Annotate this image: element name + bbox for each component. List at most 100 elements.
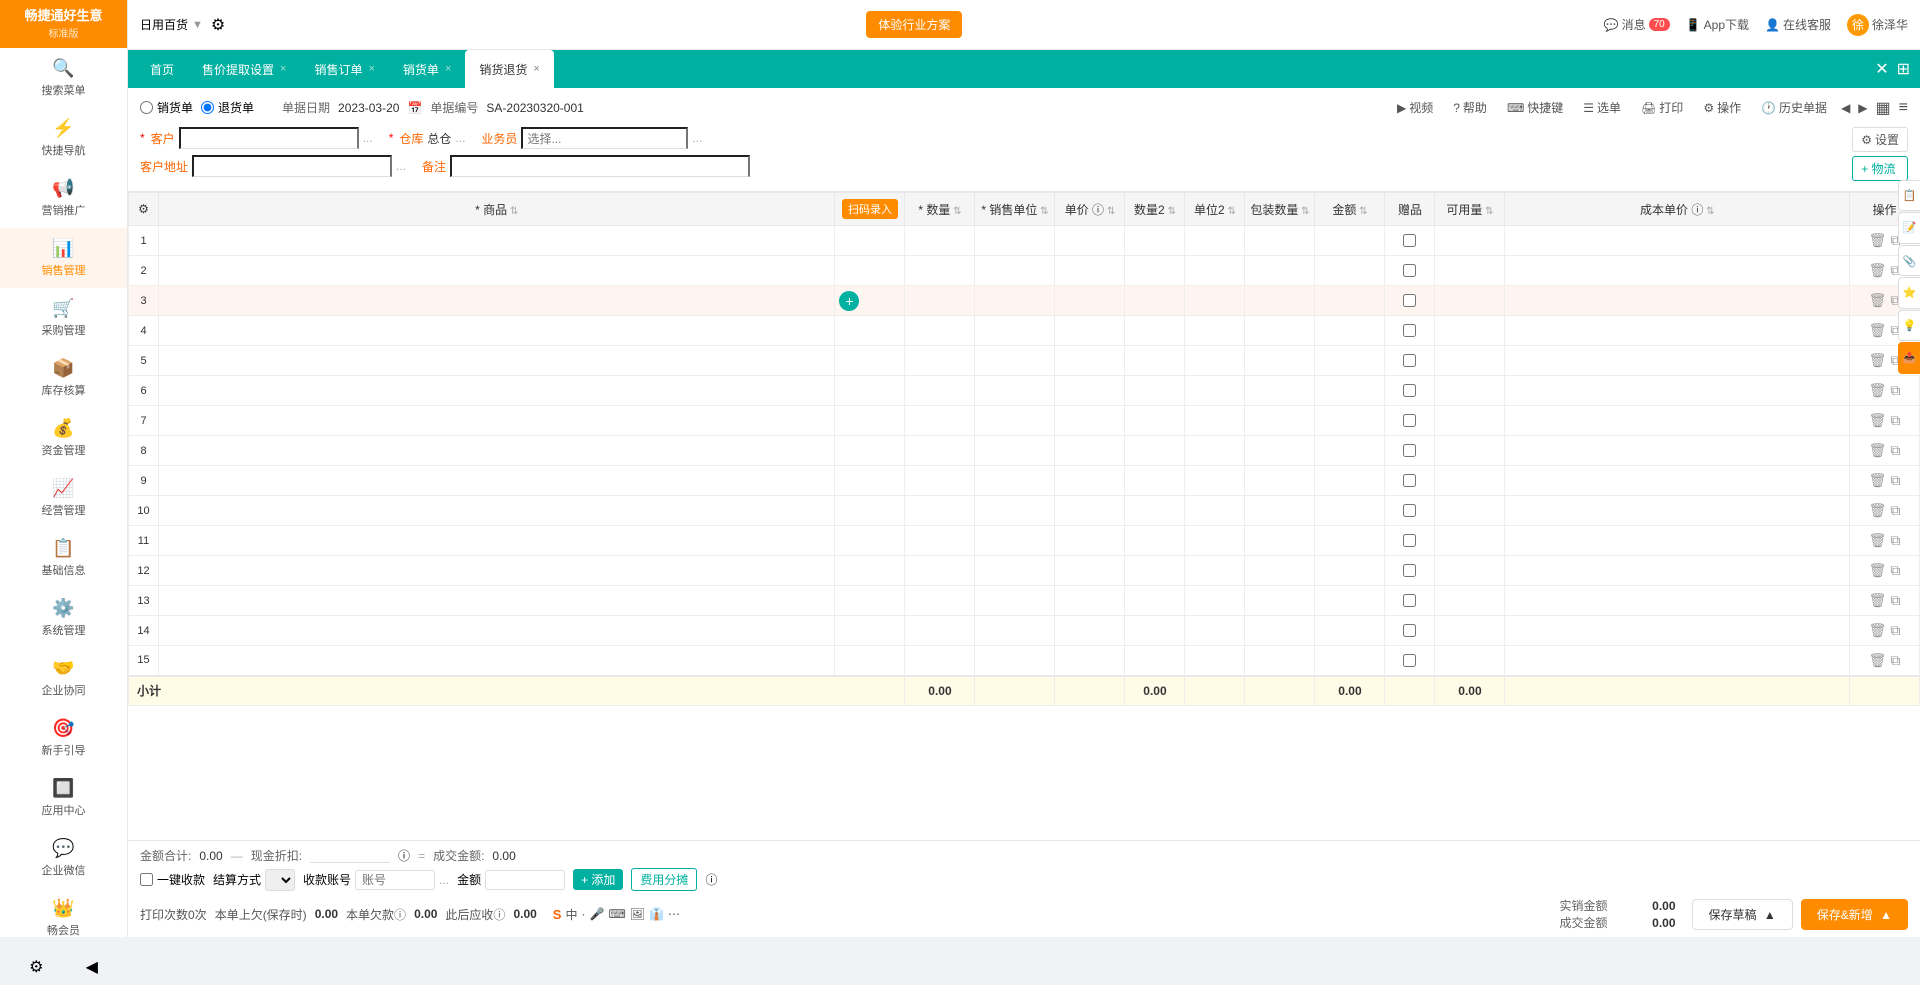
row-pkg-12[interactable] bbox=[1245, 556, 1315, 586]
th-qty2[interactable]: 数量2 bbox=[1125, 193, 1185, 226]
discount-input[interactable] bbox=[310, 848, 390, 863]
row-pkg-10[interactable] bbox=[1245, 496, 1315, 526]
sidebar-item-search[interactable]: 🔍 搜索菜单 bbox=[0, 48, 127, 108]
row-cost-5[interactable] bbox=[1505, 346, 1850, 376]
row-available-15[interactable] bbox=[1435, 646, 1505, 676]
row-amount-2[interactable] bbox=[1315, 256, 1385, 286]
row-product-5[interactable] bbox=[159, 346, 835, 376]
row-pkg-7[interactable] bbox=[1245, 406, 1315, 436]
row-product-8[interactable] bbox=[159, 436, 835, 466]
row-amount-10[interactable] bbox=[1315, 496, 1385, 526]
customer-lookup-btn[interactable]: ... bbox=[363, 131, 373, 145]
gift-checkbox-4[interactable] bbox=[1403, 324, 1416, 337]
row-copy-14[interactable]: ⧉ bbox=[1890, 622, 1900, 639]
row-amount-13[interactable] bbox=[1315, 586, 1385, 616]
row-available-11[interactable] bbox=[1435, 526, 1505, 556]
list-view-icon[interactable]: ▦ bbox=[1876, 98, 1891, 118]
address-lookup-btn[interactable]: ... bbox=[396, 159, 406, 173]
right-panel-btn-4[interactable]: ⭐ bbox=[1898, 277, 1920, 308]
sidebar-item-inventory[interactable]: 📦 库存核算 bbox=[0, 348, 127, 408]
row-amount-5[interactable] bbox=[1315, 346, 1385, 376]
select-order-btn[interactable]: ☰ 选单 bbox=[1577, 96, 1627, 119]
gift-checkbox-1[interactable] bbox=[1403, 234, 1416, 247]
th-product[interactable]: * 商品 bbox=[159, 193, 835, 226]
tab-sales-return[interactable]: 销货退货 × bbox=[465, 50, 553, 88]
row-unit-14[interactable] bbox=[975, 616, 1055, 646]
prev-record-icon[interactable]: ◀ bbox=[1841, 101, 1850, 115]
th-settings[interactable]: ⚙ bbox=[129, 193, 159, 226]
radio-return-input[interactable] bbox=[201, 101, 214, 114]
row-cost-2[interactable] bbox=[1505, 256, 1850, 286]
row-price-6[interactable] bbox=[1055, 376, 1125, 406]
row-amount-6[interactable] bbox=[1315, 376, 1385, 406]
row-price-9[interactable] bbox=[1055, 466, 1125, 496]
row-cost-4[interactable] bbox=[1505, 316, 1850, 346]
save-new-arrow[interactable]: ▲ bbox=[1880, 908, 1892, 922]
row-amount-1[interactable] bbox=[1315, 226, 1385, 256]
right-panel-btn-2[interactable]: 📝 bbox=[1898, 212, 1920, 243]
row-pkg-4[interactable] bbox=[1245, 316, 1315, 346]
th-unit[interactable]: * 销售单位 bbox=[975, 193, 1055, 226]
row-product-15[interactable] bbox=[159, 646, 835, 676]
gift-checkbox-8[interactable] bbox=[1403, 444, 1416, 457]
one-key-checkbox[interactable] bbox=[140, 873, 153, 886]
sidebar-item-shortcut[interactable]: ⚡ 快捷导航 bbox=[0, 108, 127, 168]
row-cost-11[interactable] bbox=[1505, 526, 1850, 556]
row-delete-10[interactable]: 🗑 bbox=[1869, 502, 1887, 519]
one-key-checkbox-wrapper[interactable]: 一键收款 bbox=[140, 871, 205, 888]
row-delete-14[interactable]: 🗑 bbox=[1869, 622, 1887, 639]
row-cost-7[interactable] bbox=[1505, 406, 1850, 436]
row-copy-12[interactable]: ⧉ bbox=[1890, 562, 1900, 579]
row-unit-9[interactable] bbox=[975, 466, 1055, 496]
row-unit-5[interactable] bbox=[975, 346, 1055, 376]
row-amount-15[interactable] bbox=[1315, 646, 1385, 676]
tab-home[interactable]: 首页 bbox=[136, 50, 188, 88]
radio-sales[interactable]: 销货单 bbox=[140, 99, 193, 116]
operate-btn[interactable]: ⚙ 操作 bbox=[1697, 96, 1747, 119]
row-qty2-11[interactable] bbox=[1125, 526, 1185, 556]
row-product-11[interactable] bbox=[159, 526, 835, 556]
row-delete-11[interactable]: 🗑 bbox=[1869, 532, 1887, 549]
row-delete-7[interactable]: 🗑 bbox=[1869, 412, 1887, 429]
row-available-13[interactable] bbox=[1435, 586, 1505, 616]
sidebar-item-system[interactable]: ⚙️ 系统管理 bbox=[0, 588, 127, 648]
row-amount-7[interactable] bbox=[1315, 406, 1385, 436]
tab-close-all-btn[interactable]: ✕ bbox=[1873, 57, 1890, 81]
row-qty-14[interactable] bbox=[905, 616, 975, 646]
row-qty2-4[interactable] bbox=[1125, 316, 1185, 346]
row-price-1[interactable] bbox=[1055, 226, 1125, 256]
row-delete-2[interactable]: 🗑 bbox=[1869, 262, 1887, 279]
row-unit-3[interactable] bbox=[975, 286, 1055, 316]
row-price-11[interactable] bbox=[1055, 526, 1125, 556]
tab-sales-return-close[interactable]: × bbox=[533, 63, 539, 75]
row-product-6[interactable] bbox=[159, 376, 835, 406]
scan-btn[interactable]: 扫码录入 bbox=[842, 199, 898, 219]
save-draft-arrow[interactable]: ▲ bbox=[1764, 908, 1776, 922]
row-pkg-8[interactable] bbox=[1245, 436, 1315, 466]
radio-sales-input[interactable] bbox=[140, 101, 153, 114]
warehouse-lookup-btn[interactable]: ... bbox=[455, 131, 465, 145]
sidebar-item-sales[interactable]: 📊 销售管理 bbox=[0, 228, 127, 288]
row-delete-3[interactable]: 🗑 bbox=[1869, 292, 1887, 309]
th-available[interactable]: 可用量 bbox=[1435, 193, 1505, 226]
row-price-15[interactable] bbox=[1055, 646, 1125, 676]
video-btn[interactable]: ▶ 视频 bbox=[1391, 96, 1439, 119]
row-qty2-3[interactable] bbox=[1125, 286, 1185, 316]
th-unit2[interactable]: 单位2 bbox=[1185, 193, 1245, 226]
gift-checkbox-14[interactable] bbox=[1403, 624, 1416, 637]
row-pkg-13[interactable] bbox=[1245, 586, 1315, 616]
row-price-3[interactable] bbox=[1055, 286, 1125, 316]
row-copy-7[interactable]: ⧉ bbox=[1890, 412, 1900, 429]
th-amount[interactable]: 金额 bbox=[1315, 193, 1385, 226]
row-copy-13[interactable]: ⧉ bbox=[1890, 592, 1900, 609]
app-download-btn[interactable]: 📱 App下载 bbox=[1686, 16, 1749, 33]
row-product-9[interactable] bbox=[159, 466, 835, 496]
row-qty-15[interactable] bbox=[905, 646, 975, 676]
row-qty-4[interactable] bbox=[905, 316, 975, 346]
row-qty2-9[interactable] bbox=[1125, 466, 1185, 496]
row-copy-11[interactable]: ⧉ bbox=[1890, 532, 1900, 549]
settings-side-btn[interactable]: ⚙ 设置 bbox=[1852, 127, 1908, 152]
cost-split-btn[interactable]: 费用分摊 bbox=[631, 868, 697, 891]
address-input[interactable] bbox=[192, 155, 392, 177]
row-unit2-8[interactable] bbox=[1185, 436, 1245, 466]
